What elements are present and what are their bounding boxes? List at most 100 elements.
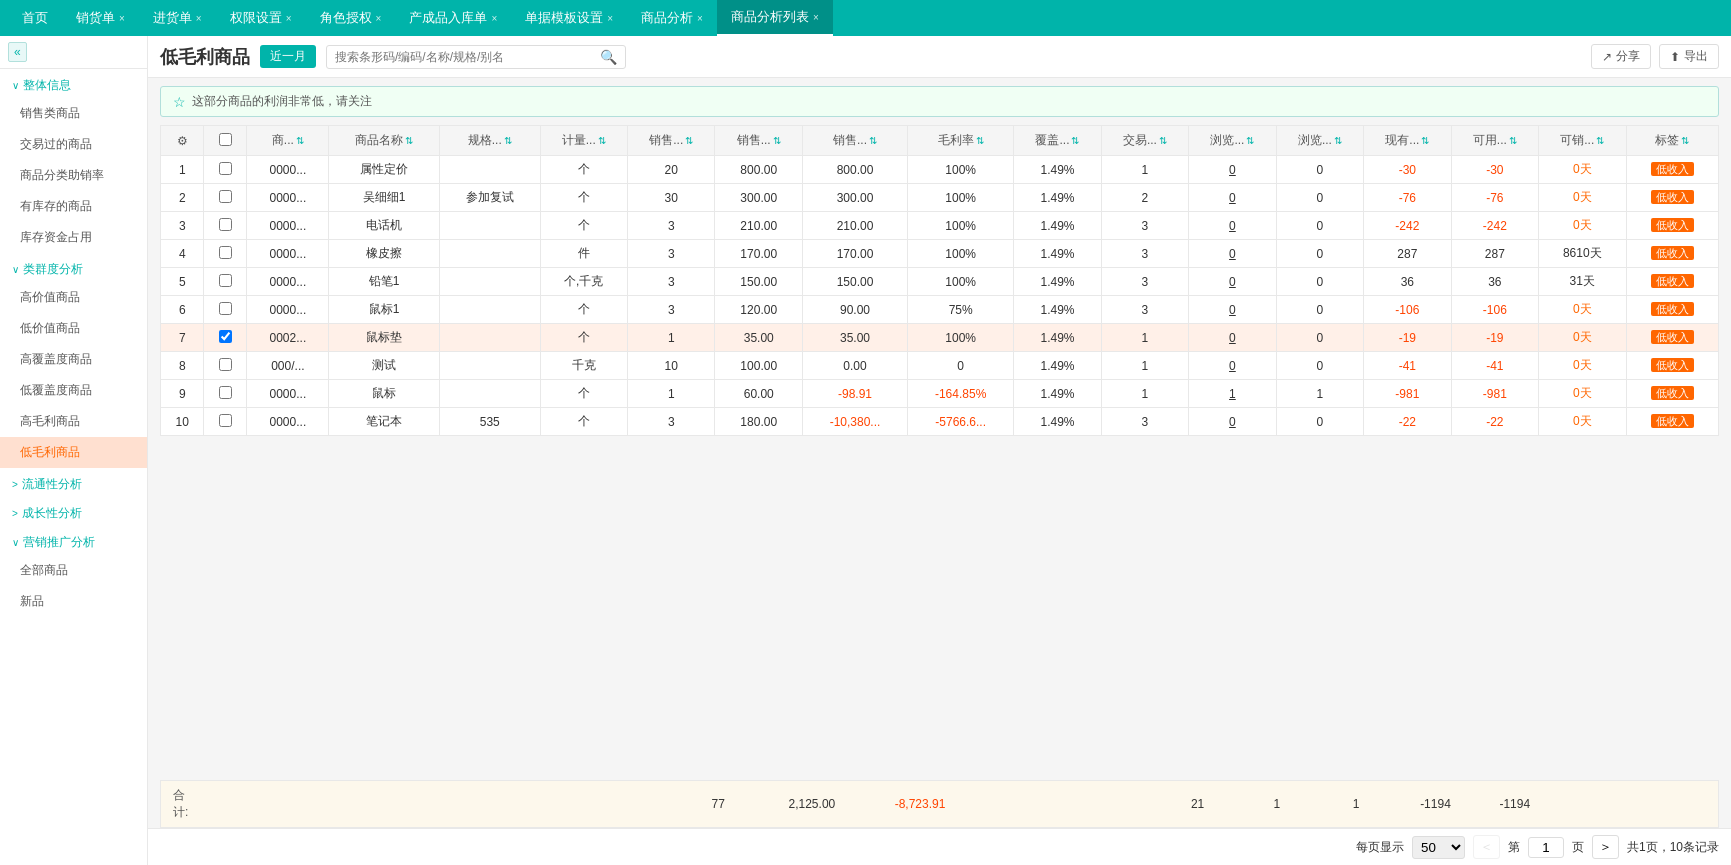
row-browse1[interactable]: 1 — [1189, 380, 1276, 408]
row-checkbox[interactable] — [219, 330, 232, 343]
row-browse1[interactable]: 0 — [1189, 156, 1276, 184]
row-browse1[interactable]: 0 — [1189, 296, 1276, 324]
sidebar-item-category-rate[interactable]: 商品分类助销率 — [0, 160, 147, 191]
nav-sales[interactable]: 销货单 × — [62, 0, 139, 36]
nav-permission-close[interactable]: × — [286, 13, 292, 24]
row-browse1[interactable]: 0 — [1189, 240, 1276, 268]
row-checkbox-cell[interactable] — [204, 296, 247, 324]
sidebar-group-liquidity[interactable]: > 流通性分析 — [0, 468, 147, 497]
col-gross-margin[interactable]: 毛利率⇅ — [908, 126, 1014, 156]
select-all-checkbox[interactable] — [219, 133, 232, 146]
row-stock-saleable: 0天 — [1539, 324, 1626, 352]
sidebar-item-high-value[interactable]: 高价值商品 — [0, 282, 147, 313]
row-checkbox-cell[interactable] — [204, 324, 247, 352]
nav-permission[interactable]: 权限设置 × — [216, 0, 306, 36]
col-code[interactable]: 商...⇅ — [247, 126, 329, 156]
row-checkbox[interactable] — [219, 218, 232, 231]
sidebar-item-all-goods[interactable]: 全部商品 — [0, 555, 147, 586]
prev-page-button[interactable]: ＜ — [1473, 835, 1500, 859]
nav-template[interactable]: 单据模板设置 × — [511, 0, 627, 36]
row-browse1[interactable]: 0 — [1189, 408, 1276, 436]
col-stock-available[interactable]: 可用...⇅ — [1451, 126, 1538, 156]
col-transaction[interactable]: 交易...⇅ — [1101, 126, 1188, 156]
sidebar-group-cluster[interactable]: ∨ 类群度分析 — [0, 253, 147, 282]
search-input[interactable] — [335, 50, 596, 64]
sidebar-item-low-coverage[interactable]: 低覆盖度商品 — [0, 375, 147, 406]
nav-product-entry[interactable]: 产成品入库单 × — [395, 0, 511, 36]
nav-analysis-list-close[interactable]: × — [813, 12, 819, 23]
sidebar-group-growth[interactable]: > 成长性分析 — [0, 497, 147, 526]
date-filter-button[interactable]: 近一月 — [260, 45, 316, 68]
col-sales-profit[interactable]: 销售...⇅ — [802, 126, 907, 156]
share-button[interactable]: ↗ 分享 — [1591, 44, 1651, 69]
col-sales-price[interactable]: 销售...⇅ — [715, 126, 802, 156]
row-sales-price: 210.00 — [715, 212, 802, 240]
col-browse2[interactable]: 浏览...⇅ — [1276, 126, 1363, 156]
sidebar-item-sales-goods[interactable]: 销售类商品 — [0, 98, 147, 129]
col-browse1[interactable]: 浏览...⇅ — [1189, 126, 1276, 156]
sidebar-item-high-margin[interactable]: 高毛利商品 — [0, 406, 147, 437]
row-checkbox[interactable] — [219, 246, 232, 259]
row-checkbox-cell[interactable] — [204, 240, 247, 268]
row-checkbox[interactable] — [219, 274, 232, 287]
nav-template-close[interactable]: × — [607, 13, 613, 24]
col-unit[interactable]: 计量...⇅ — [540, 126, 627, 156]
nav-analysis[interactable]: 商品分析 × — [627, 0, 717, 36]
col-sales-qty[interactable]: 销售...⇅ — [628, 126, 715, 156]
nav-role[interactable]: 角色授权 × — [306, 0, 396, 36]
sidebar-item-low-value[interactable]: 低价值商品 — [0, 313, 147, 344]
nav-purchase[interactable]: 进货单 × — [139, 0, 216, 36]
sidebar-item-stock-fund[interactable]: 库存资金占用 — [0, 222, 147, 253]
footer-sales-profit: -8,723.91 — [862, 797, 977, 811]
col-checkbox[interactable] — [204, 126, 247, 156]
nav-home[interactable]: 首页 — [8, 0, 62, 36]
nav-analysis-close[interactable]: × — [697, 13, 703, 24]
row-checkbox[interactable] — [219, 190, 232, 203]
sidebar-group-overall[interactable]: ∨ 整体信息 — [0, 69, 147, 98]
sidebar-item-new-goods[interactable]: 新品 — [0, 586, 147, 617]
row-checkbox-cell[interactable] — [204, 352, 247, 380]
row-checkbox[interactable] — [219, 386, 232, 399]
row-sales-qty: 1 — [628, 324, 715, 352]
row-browse1[interactable]: 0 — [1189, 268, 1276, 296]
row-checkbox-cell[interactable] — [204, 380, 247, 408]
sidebar-item-low-margin[interactable]: 低毛利商品 — [0, 437, 147, 468]
row-browse1[interactable]: 0 — [1189, 352, 1276, 380]
sidebar-item-traded-goods[interactable]: 交易过的商品 — [0, 129, 147, 160]
page-size-select[interactable]: 50 100 200 — [1412, 836, 1465, 859]
row-browse1[interactable]: 0 — [1189, 324, 1276, 352]
nav-product-entry-close[interactable]: × — [491, 13, 497, 24]
row-browse1[interactable]: 0 — [1189, 212, 1276, 240]
export-button[interactable]: ⬆ 导出 — [1659, 44, 1719, 69]
row-browse1[interactable]: 0 — [1189, 184, 1276, 212]
row-checkbox-cell[interactable] — [204, 268, 247, 296]
row-checkbox-cell[interactable] — [204, 212, 247, 240]
col-settings[interactable]: ⚙ — [161, 126, 204, 156]
nav-role-close[interactable]: × — [376, 13, 382, 24]
row-checkbox[interactable] — [219, 358, 232, 371]
search-icon[interactable]: 🔍 — [600, 49, 617, 65]
row-stock-saleable: 0天 — [1539, 352, 1626, 380]
col-tag[interactable]: 标签⇅ — [1626, 126, 1718, 156]
nav-purchase-close[interactable]: × — [196, 13, 202, 24]
sidebar-collapse-btn[interactable]: « — [8, 42, 27, 62]
row-checkbox[interactable] — [219, 302, 232, 315]
row-transaction: 3 — [1101, 268, 1188, 296]
row-checkbox-cell[interactable] — [204, 184, 247, 212]
nav-analysis-list[interactable]: 商品分析列表 × — [717, 0, 833, 36]
row-checkbox[interactable] — [219, 414, 232, 427]
col-stock-saleable[interactable]: 可销...⇅ — [1539, 126, 1626, 156]
row-checkbox-cell[interactable] — [204, 408, 247, 436]
nav-sales-close[interactable]: × — [119, 13, 125, 24]
sidebar-item-stock-goods[interactable]: 有库存的商品 — [0, 191, 147, 222]
sidebar-item-high-coverage[interactable]: 高覆盖度商品 — [0, 344, 147, 375]
sidebar-group-marketing[interactable]: ∨ 营销推广分析 — [0, 526, 147, 555]
row-checkbox-cell[interactable] — [204, 156, 247, 184]
col-spec[interactable]: 规格...⇅ — [439, 126, 540, 156]
col-stock-current[interactable]: 现有...⇅ — [1364, 126, 1451, 156]
row-checkbox[interactable] — [219, 162, 232, 175]
col-coverage[interactable]: 覆盖...⇅ — [1014, 126, 1101, 156]
col-name[interactable]: 商品名称⇅ — [329, 126, 440, 156]
page-number-input[interactable] — [1528, 837, 1564, 858]
next-page-button[interactable]: ＞ — [1592, 835, 1619, 859]
